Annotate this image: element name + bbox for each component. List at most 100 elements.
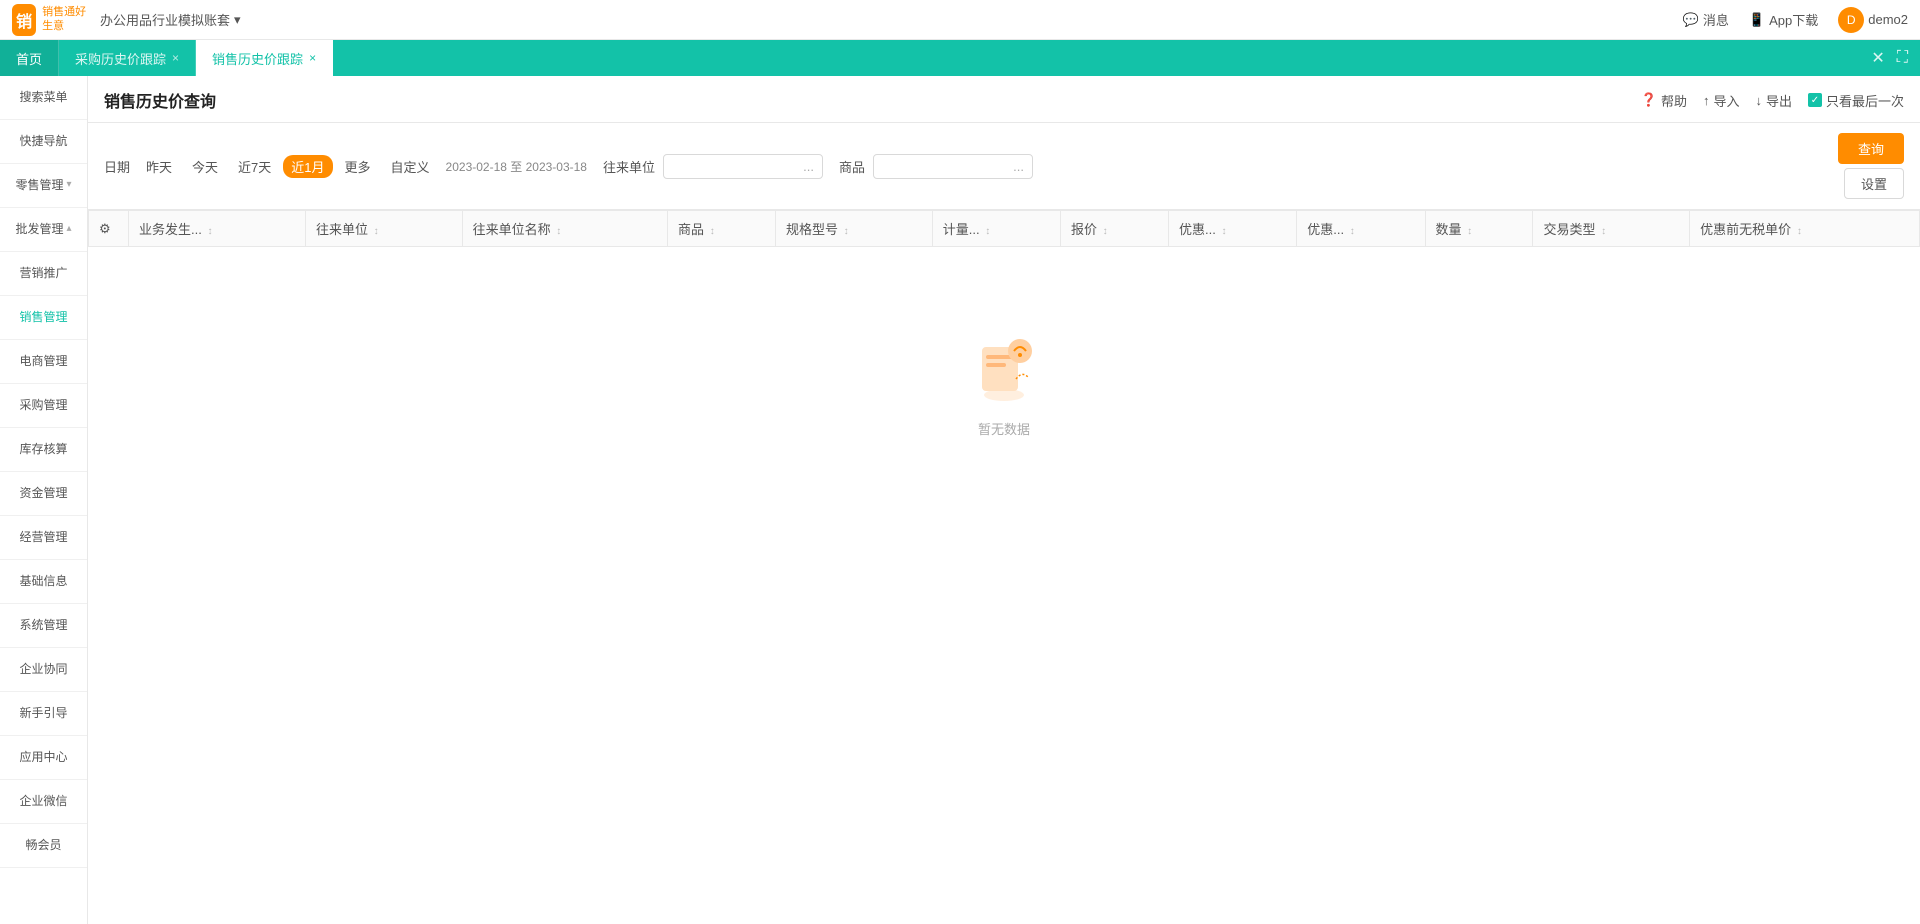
sidebar-item-basic-info[interactable]: 基础信息: [0, 560, 87, 604]
import-label: 导入: [1713, 91, 1739, 110]
sidebar-item-inventory[interactable]: 库存核算: [0, 428, 87, 472]
date-tab-more[interactable]: 更多: [337, 155, 379, 178]
help-label: 帮助: [1661, 91, 1687, 110]
retail-mgmt-section: 零售管理 ▾: [15, 177, 71, 194]
chevron-down-icon: ▾: [234, 12, 241, 28]
partner-input[interactable]: ...: [663, 154, 823, 179]
date-filter-group: 日期 昨天 今天 近7天 近1月 更多 自定义 2023-02-18 至 202…: [104, 155, 587, 178]
col-partner-name-label: 往来单位名称: [473, 222, 551, 237]
sidebar-item-finance-mgmt[interactable]: 资金管理: [0, 472, 87, 516]
table-header: ⚙ 业务发生... ↕ 往来单位 ↕ 往来单位名称 ↕: [89, 211, 1920, 247]
export-label: 导出: [1766, 91, 1792, 110]
page-header: 销售历史价查询 ❓ 帮助 ↑ 导入 ↓ 导出 ✓: [88, 76, 1920, 123]
col-discount2-label: 优惠...: [1307, 222, 1344, 237]
last-one-label: 只看最后一次: [1826, 91, 1904, 110]
date-tab-custom[interactable]: 自定义: [383, 155, 438, 178]
sidebar-item-app-center[interactable]: 应用中心: [0, 736, 87, 780]
enterprise-collab-label: 企业协同: [19, 661, 67, 678]
col-unit[interactable]: 计量... ↕: [932, 211, 1060, 247]
col-biz-date[interactable]: 业务发生... ↕: [129, 211, 306, 247]
product-input-dots: ...: [1013, 159, 1024, 174]
col-discount2[interactable]: 优惠... ↕: [1297, 211, 1425, 247]
sidebar-item-member[interactable]: 畅会员: [0, 824, 87, 868]
operations-mgmt-label: 经营管理: [19, 529, 67, 546]
product-input[interactable]: ...: [873, 154, 1033, 179]
basic-info-label: 基础信息: [19, 573, 67, 590]
app-center-label: 应用中心: [19, 749, 67, 766]
sales-history-tab-label: 销售历史价跟踪: [212, 49, 303, 68]
sidebar-item-system-mgmt[interactable]: 系统管理: [0, 604, 87, 648]
wholesale-mgmt-arrow: ▴: [66, 222, 71, 236]
tab-sales-history[interactable]: 销售历史价跟踪 ×: [196, 40, 333, 76]
import-btn[interactable]: ↑ 导入: [1703, 91, 1740, 110]
sort-icon: ↕: [207, 226, 212, 237]
sales-mgmt-label: 销售管理: [19, 309, 67, 326]
tab-home[interactable]: 首页: [0, 40, 59, 76]
col-settings[interactable]: ⚙: [89, 211, 129, 247]
col-discount1[interactable]: 优惠... ↕: [1168, 211, 1296, 247]
gear-icon[interactable]: ⚙: [99, 221, 111, 236]
last-one-checkbox[interactable]: ✓ 只看最后一次: [1808, 91, 1904, 110]
col-trade-type-label: 交易类型: [1543, 222, 1595, 237]
col-pre-tax-price[interactable]: 优惠前无税单价 ↕: [1690, 211, 1920, 247]
search-menu-label: 搜索菜单: [19, 89, 67, 106]
sidebar-item-ecommerce-mgmt[interactable]: 电商管理: [0, 340, 87, 384]
col-quoted-price[interactable]: 报价 ↕: [1060, 211, 1168, 247]
inventory-label: 库存核算: [19, 441, 67, 458]
empty-text: 暂无数据: [978, 419, 1030, 438]
user-profile[interactable]: D demo2: [1838, 7, 1908, 33]
retail-mgmt-arrow: ▾: [66, 178, 71, 192]
sales-history-tab-close[interactable]: ×: [309, 51, 316, 65]
close-all-tabs-btn[interactable]: ✕: [1871, 48, 1884, 68]
date-tab-yesterday[interactable]: 昨天: [138, 155, 180, 178]
app-download-btn[interactable]: 📱 App下载: [1749, 10, 1818, 29]
purchase-history-tab-close[interactable]: ×: [172, 51, 179, 65]
purchase-mgmt-label: 采购管理: [19, 397, 67, 414]
col-product-label: 商品: [678, 222, 704, 237]
col-spec[interactable]: 规格型号 ↕: [776, 211, 933, 247]
fullscreen-btn[interactable]: ⛶: [1897, 49, 1908, 67]
sidebar-item-new-guide[interactable]: 新手引导: [0, 692, 87, 736]
top-bar-left: 销 销售通好生意 办公用品行业模拟账套 ▾: [12, 4, 241, 36]
help-btn[interactable]: ❓ 帮助: [1641, 91, 1687, 110]
col-quoted-price-label: 报价: [1071, 222, 1097, 237]
date-tab-last1month[interactable]: 近1月: [283, 155, 332, 178]
sidebar-item-marketing[interactable]: 营销推广: [0, 252, 87, 296]
wholesale-mgmt-section: 批发管理 ▴: [15, 221, 71, 238]
settings-button[interactable]: 设置: [1844, 168, 1904, 199]
col-biz-date-label: 业务发生...: [139, 222, 202, 237]
date-tabs: 昨天 今天 近7天 近1月 更多 自定义: [138, 155, 438, 178]
col-product[interactable]: 商品 ↕: [668, 211, 776, 247]
app-selector[interactable]: 办公用品行业模拟账套 ▾: [100, 10, 241, 29]
col-partner-code[interactable]: 往来单位 ↕: [305, 211, 462, 247]
col-partner-name[interactable]: 往来单位名称 ↕: [462, 211, 667, 247]
logo-area: 销 销售通好生意: [12, 4, 92, 36]
date-tab-today[interactable]: 今天: [184, 155, 226, 178]
export-btn[interactable]: ↓ 导出: [1755, 91, 1792, 110]
enterprise-wechat-label: 企业微信: [19, 793, 67, 810]
ecommerce-mgmt-label: 电商管理: [19, 353, 67, 370]
sidebar-item-quick-nav[interactable]: 快捷导航: [0, 120, 87, 164]
col-quantity[interactable]: 数量 ↕: [1425, 211, 1533, 247]
sidebar-item-operations-mgmt[interactable]: 经营管理: [0, 516, 87, 560]
sidebar: 搜索菜单 快捷导航 零售管理 ▾ 批发管理 ▴ 营销推广 销售管理 电商管理 采: [0, 76, 88, 924]
sidebar-item-retail-mgmt[interactable]: 零售管理 ▾: [0, 164, 87, 208]
sidebar-item-enterprise-wechat[interactable]: 企业微信: [0, 780, 87, 824]
sidebar-item-wholesale-mgmt[interactable]: 批发管理 ▴: [0, 208, 87, 252]
col-trade-type[interactable]: 交易类型 ↕: [1533, 211, 1690, 247]
sidebar-item-purchase-mgmt[interactable]: 采购管理: [0, 384, 87, 428]
content-area: 销售历史价查询 ❓ 帮助 ↑ 导入 ↓ 导出 ✓: [88, 76, 1920, 924]
sort-icon-11: ↕: [1601, 226, 1606, 237]
sidebar-item-search-menu[interactable]: 搜索菜单: [0, 76, 87, 120]
wholesale-mgmt-label: 批发管理: [15, 221, 63, 238]
query-button[interactable]: 查询: [1838, 133, 1904, 164]
sort-icon-8: ↕: [1221, 226, 1226, 237]
sidebar-item-enterprise-collab[interactable]: 企业协同: [0, 648, 87, 692]
sidebar-item-sales-mgmt[interactable]: 销售管理: [0, 296, 87, 340]
top-bar: 销 销售通好生意 办公用品行业模拟账套 ▾ 💬 消息 📱 App下载 D dem…: [0, 0, 1920, 40]
tab-purchase-history[interactable]: 采购历史价跟踪 ×: [59, 40, 196, 76]
data-table: ⚙ 业务发生... ↕ 往来单位 ↕ 往来单位名称 ↕: [88, 210, 1920, 247]
date-tab-last7days[interactable]: 近7天: [230, 155, 279, 178]
checkbox-checked-icon: ✓: [1808, 93, 1822, 107]
message-btn[interactable]: 💬 消息: [1683, 10, 1729, 29]
